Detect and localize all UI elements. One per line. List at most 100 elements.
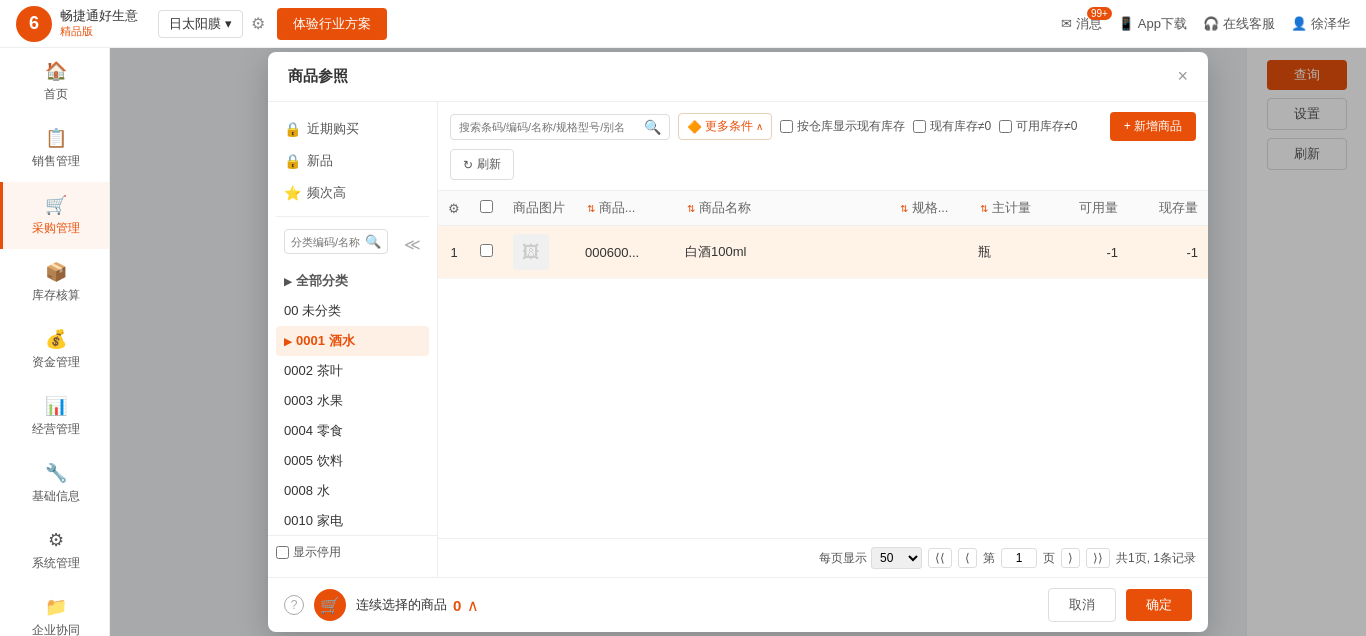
cat-search-box: 🔍 (284, 229, 388, 254)
cat-item-drink[interactable]: 0005 饮料 (276, 446, 429, 476)
cat-search-icon[interactable]: 🔍 (365, 234, 381, 249)
cat-item-fruit[interactable]: 0003 水果 (276, 386, 429, 416)
sidebar-item-inventory[interactable]: 📦 库存核算 (0, 249, 109, 316)
sort-icon[interactable]: ⇅ (687, 203, 695, 214)
confirm-button[interactable]: 确定 (1126, 589, 1192, 621)
cat-item-tea[interactable]: 0002 茶叶 (276, 356, 429, 386)
row-img: 🖼 (503, 226, 575, 279)
sidebar-item-base[interactable]: 🔧 基础信息 (0, 450, 109, 517)
product-search-input[interactable] (459, 121, 640, 133)
prev-page-button[interactable]: ⟨ (958, 548, 977, 568)
sidebar-item-label: 经营管理 (32, 421, 80, 438)
cat-item-uncat[interactable]: 00 未分类 (276, 296, 429, 326)
cat-tab-new[interactable]: 🔒 新品 (276, 146, 429, 176)
row-unit: 瓶 (968, 226, 1048, 279)
sidebar-item-label: 销售管理 (32, 153, 80, 170)
check-warehouse-input[interactable] (780, 120, 793, 133)
search-icon[interactable]: 🔍 (644, 119, 661, 135)
cat-item-snack[interactable]: 0004 零食 (276, 416, 429, 446)
cat-item-liquor[interactable]: ▶ 0001 酒水 (276, 326, 429, 356)
page-input[interactable] (1001, 548, 1037, 568)
nav-selector[interactable]: 日太阳膜 ▾ (158, 10, 243, 38)
col-gear[interactable]: ⚙ (438, 191, 470, 226)
user-menu[interactable]: 👤 徐泽华 (1291, 15, 1350, 33)
cat-item-all[interactable]: ▶ 全部分类 (276, 266, 429, 296)
check-stock-nonzero[interactable]: 现有库存≠0 (913, 118, 991, 135)
divider (276, 216, 429, 217)
sidebar-item-enterprise[interactable]: 📁 企业协同 (0, 584, 109, 636)
sidebar-item-label: 基础信息 (32, 488, 80, 505)
page-size-select: 每页显示 50 10 20 100 (819, 547, 922, 569)
footer-selected: 连续选择的商品 0 ∧ (356, 596, 479, 615)
show-disabled-label[interactable]: 显示停用 (276, 544, 429, 561)
cat-item-appliance[interactable]: 0010 家电 (276, 506, 429, 535)
home-icon: 🏠 (45, 60, 67, 82)
selected-count: 0 (453, 597, 461, 614)
check-warehouse[interactable]: 按仓库显示现有库存 (780, 118, 905, 135)
next-page-button[interactable]: ⟩ (1061, 548, 1080, 568)
pagination: 每页显示 50 10 20 100 ⟨⟨ ⟨ 第 (438, 538, 1208, 577)
sidebar-item-system[interactable]: ⚙ 系统管理 (0, 517, 109, 584)
table-header-row: ⚙ 商品图片 ⇅ (438, 191, 1208, 226)
row-checkbox-cell[interactable] (470, 226, 503, 279)
help-icon[interactable]: ? (284, 595, 304, 615)
last-page-button[interactable]: ⟩⟩ (1086, 548, 1110, 568)
online-service-btn[interactable]: 🎧 在线客服 (1203, 15, 1275, 33)
app-download-btn[interactable]: 📱 App下载 (1118, 15, 1187, 33)
cancel-button[interactable]: 取消 (1048, 588, 1116, 622)
sidebar-item-label: 采购管理 (32, 220, 80, 237)
col-stock: 现存量 (1128, 191, 1208, 226)
cat-search-input[interactable] (291, 236, 361, 248)
cat-tab-recent[interactable]: 🔒 近期购买 (276, 114, 429, 144)
first-page-button[interactable]: ⟨⟨ (928, 548, 952, 568)
sidebar-item-home[interactable]: 🏠 首页 (0, 48, 109, 115)
cat-tabs: 🔒 近期购买 🔒 新品 ⭐ 频次高 (268, 110, 437, 212)
show-disabled-checkbox[interactable] (276, 546, 289, 559)
sidebar-item-business[interactable]: 📊 经营管理 (0, 383, 109, 450)
chevron-up-icon: ∧ (756, 121, 763, 132)
category-list: ▶ 全部分类 00 未分类 ▶ 0001 酒水 0002 茶 (268, 262, 437, 535)
col-check[interactable] (470, 191, 503, 226)
filter-button[interactable]: 🔶 更多条件 ∧ (678, 113, 772, 140)
refresh-icon: ↻ (463, 158, 473, 172)
dialog-title: 商品参照 (288, 67, 348, 86)
cat-collapse-btn[interactable]: ≪ (396, 231, 429, 258)
row-checkbox[interactable] (480, 244, 493, 257)
inventory-icon: 📦 (45, 261, 67, 283)
product-panel: 🔍 🔶 更多条件 ∧ 按仓库显示现有库存 (438, 102, 1208, 577)
cat-tab-frequent[interactable]: ⭐ 频次高 (276, 178, 429, 208)
check-avail-nonzero[interactable]: 可用库存≠0 (999, 118, 1077, 135)
gear-icon[interactable]: ⚙ (251, 14, 265, 33)
sidebar-item-purchase[interactable]: 🛒 采购管理 (0, 182, 109, 249)
refresh-button[interactable]: ↻ 刷新 (450, 149, 514, 180)
enterprise-icon: 📁 (45, 596, 67, 618)
product-table: ⚙ 商品图片 ⇅ (438, 191, 1208, 538)
add-product-button[interactable]: + 新增商品 (1110, 112, 1196, 141)
cat-panel-bottom: 显示停用 (268, 535, 437, 569)
collapse-icon[interactable]: ∧ (467, 596, 479, 615)
row-index: 1 (438, 226, 470, 279)
table-row[interactable]: 1 🖼 (438, 226, 1208, 279)
row-avail: -1 (1048, 226, 1128, 279)
table: ⚙ 商品图片 ⇅ (438, 191, 1208, 279)
sidebar-item-label: 库存核算 (32, 287, 80, 304)
finance-icon: 💰 (45, 328, 67, 350)
filter-icon: 🔶 (687, 120, 702, 134)
page-size-dropdown[interactable]: 50 10 20 100 (871, 547, 922, 569)
message-badge: 99+ (1087, 7, 1112, 20)
message-btn[interactable]: ✉ 消息 99+ (1061, 15, 1102, 33)
cat-item-water[interactable]: 0008 水 (276, 476, 429, 506)
select-all-checkbox[interactable] (480, 200, 493, 213)
exp-button[interactable]: 体验行业方案 (277, 8, 387, 40)
check-avail-nonzero-input[interactable] (999, 120, 1012, 133)
sidebar-item-sales[interactable]: 📋 销售管理 (0, 115, 109, 182)
cart-button[interactable]: 🛒 (314, 589, 346, 621)
dialog-close-button[interactable]: × (1177, 66, 1188, 87)
sort-icon[interactable]: ⇅ (587, 203, 595, 214)
sort-icon[interactable]: ⇅ (900, 203, 908, 214)
sidebar-item-finance[interactable]: 💰 资金管理 (0, 316, 109, 383)
check-stock-nonzero-input[interactable] (913, 120, 926, 133)
purchase-icon: 🛒 (45, 194, 67, 216)
sort-icon[interactable]: ⇅ (980, 203, 988, 214)
logo-icon: 6 (16, 6, 52, 42)
